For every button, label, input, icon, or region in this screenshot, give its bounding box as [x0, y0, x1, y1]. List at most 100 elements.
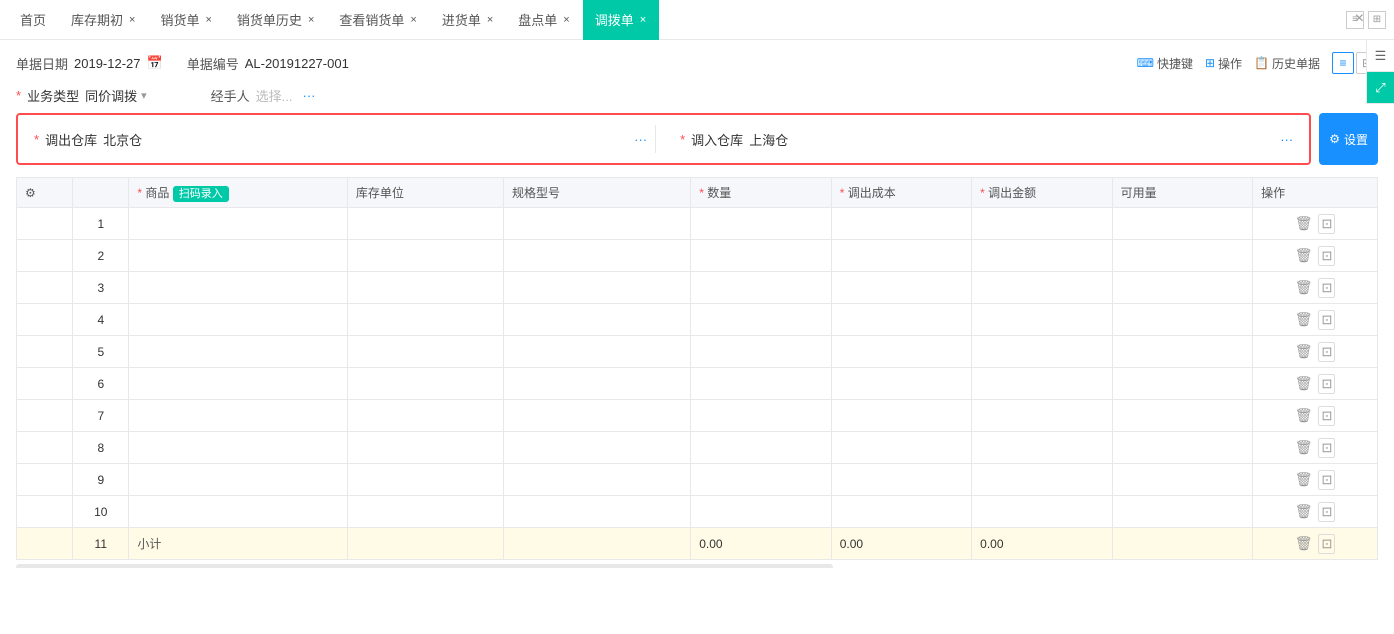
copy-icon[interactable]: ⊡ [1318, 470, 1335, 490]
target-warehouse-more[interactable]: ··· [1280, 132, 1293, 147]
delete-icon[interactable]: 🗑 [1295, 279, 1313, 296]
row-amount-cell[interactable] [972, 464, 1112, 496]
row-cost-cell[interactable] [831, 400, 971, 432]
row-avail-cell[interactable] [1112, 272, 1252, 304]
delete-icon[interactable]: 🗑 [1295, 407, 1313, 424]
row-product-cell[interactable] [129, 208, 348, 240]
tab-inventory-check[interactable]: 盘点单 × [506, 0, 582, 40]
tab-close-sales-order[interactable]: × [205, 14, 211, 26]
delete-icon[interactable]: 🗑 [1295, 375, 1313, 392]
row-product-cell[interactable] [129, 400, 348, 432]
target-warehouse-value[interactable]: 上海仓 [749, 130, 788, 149]
row-unit-cell[interactable] [347, 208, 503, 240]
row-amount-cell[interactable] [972, 496, 1112, 528]
row-product-cell[interactable] [129, 336, 348, 368]
row-spec-cell[interactable] [503, 464, 690, 496]
operation-button[interactable]: ⊞ 操作 [1205, 55, 1242, 72]
history-button[interactable]: 📋 历史单据 [1254, 55, 1320, 72]
row-cost-cell[interactable] [831, 336, 971, 368]
subtotal-copy-icon[interactable]: ⊡ [1318, 534, 1335, 554]
row-amount-cell[interactable] [972, 336, 1112, 368]
source-warehouse-more[interactable]: ··· [634, 132, 647, 147]
row-unit-cell[interactable] [347, 496, 503, 528]
row-avail-cell[interactable] [1112, 368, 1252, 400]
row-cost-cell[interactable] [831, 432, 971, 464]
layout-grid-btn[interactable]: ⊞ [1368, 11, 1386, 29]
row-avail-cell[interactable] [1112, 400, 1252, 432]
row-spec-cell[interactable] [503, 496, 690, 528]
biz-type-select[interactable]: 同价调拨 ▾ [85, 86, 147, 105]
row-unit-cell[interactable] [347, 336, 503, 368]
copy-icon[interactable]: ⊡ [1318, 278, 1335, 298]
row-qty-cell[interactable] [691, 208, 831, 240]
source-warehouse-value[interactable]: 北京仓 [103, 130, 142, 149]
row-unit-cell[interactable] [347, 304, 503, 336]
tab-close-inventory-check[interactable]: × [563, 14, 569, 26]
copy-icon[interactable]: ⊡ [1318, 214, 1335, 234]
subtotal-delete-icon[interactable]: 🗑 [1295, 535, 1313, 552]
window-close-button[interactable]: × [1355, 10, 1364, 28]
calendar-icon[interactable]: 📅 [147, 55, 163, 71]
delete-icon[interactable]: 🗑 [1295, 503, 1313, 520]
row-cost-cell[interactable] [831, 272, 971, 304]
row-unit-cell[interactable] [347, 272, 503, 304]
delete-icon[interactable]: 🗑 [1295, 247, 1313, 264]
copy-icon[interactable]: ⊡ [1318, 374, 1335, 394]
row-product-cell[interactable] [129, 240, 348, 272]
row-amount-cell[interactable] [972, 368, 1112, 400]
tab-view-sales[interactable]: 查看销货单 × [327, 0, 429, 40]
tab-close-sales-history[interactable]: × [308, 14, 314, 26]
row-qty-cell[interactable] [691, 496, 831, 528]
delete-icon[interactable]: 🗑 [1295, 311, 1313, 328]
row-qty-cell[interactable] [691, 432, 831, 464]
row-amount-cell[interactable] [972, 432, 1112, 464]
row-avail-cell[interactable] [1112, 240, 1252, 272]
row-unit-cell[interactable] [347, 368, 503, 400]
row-qty-cell[interactable] [691, 368, 831, 400]
row-unit-cell[interactable] [347, 240, 503, 272]
delete-icon[interactable]: 🗑 [1295, 439, 1313, 456]
row-cost-cell[interactable] [831, 240, 971, 272]
row-spec-cell[interactable] [503, 272, 690, 304]
row-qty-cell[interactable] [691, 240, 831, 272]
tab-close-view-sales[interactable]: × [410, 14, 416, 26]
row-amount-cell[interactable] [972, 304, 1112, 336]
row-product-cell[interactable] [129, 432, 348, 464]
row-product-cell[interactable] [129, 272, 348, 304]
row-product-cell[interactable] [129, 464, 348, 496]
tab-close-purchase-order[interactable]: × [487, 14, 493, 26]
row-spec-cell[interactable] [503, 400, 690, 432]
row-amount-cell[interactable] [972, 400, 1112, 432]
row-qty-cell[interactable] [691, 336, 831, 368]
copy-icon[interactable]: ⊡ [1318, 438, 1335, 458]
row-cost-cell[interactable] [831, 208, 971, 240]
row-avail-cell[interactable] [1112, 208, 1252, 240]
copy-icon[interactable]: ⊡ [1318, 310, 1335, 330]
tab-home[interactable]: 首页 [8, 0, 59, 40]
copy-icon[interactable]: ⊡ [1318, 406, 1335, 426]
row-qty-cell[interactable] [691, 464, 831, 496]
delete-icon[interactable]: 🗑 [1295, 471, 1313, 488]
row-product-cell[interactable] [129, 304, 348, 336]
row-product-cell[interactable] [129, 496, 348, 528]
row-avail-cell[interactable] [1112, 304, 1252, 336]
row-unit-cell[interactable] [347, 400, 503, 432]
person-more-btn[interactable]: ··· [302, 88, 315, 103]
row-amount-cell[interactable] [972, 240, 1112, 272]
row-spec-cell[interactable] [503, 368, 690, 400]
row-spec-cell[interactable] [503, 240, 690, 272]
layout-line-btn[interactable]: ≡ [1332, 52, 1354, 74]
row-avail-cell[interactable] [1112, 336, 1252, 368]
row-qty-cell[interactable] [691, 272, 831, 304]
tab-sales-history[interactable]: 销货单历史 × [225, 0, 327, 40]
copy-icon[interactable]: ⊡ [1318, 502, 1335, 522]
horizontal-scrollbar[interactable] [16, 564, 833, 568]
row-amount-cell[interactable] [972, 272, 1112, 304]
th-gear[interactable]: ⚙ [17, 178, 73, 208]
row-cost-cell[interactable] [831, 368, 971, 400]
row-unit-cell[interactable] [347, 464, 503, 496]
settings-button[interactable]: ⚙ 设置 [1319, 113, 1378, 165]
row-spec-cell[interactable] [503, 304, 690, 336]
row-unit-cell[interactable] [347, 432, 503, 464]
scan-button[interactable]: 扫码录入 [173, 186, 229, 202]
